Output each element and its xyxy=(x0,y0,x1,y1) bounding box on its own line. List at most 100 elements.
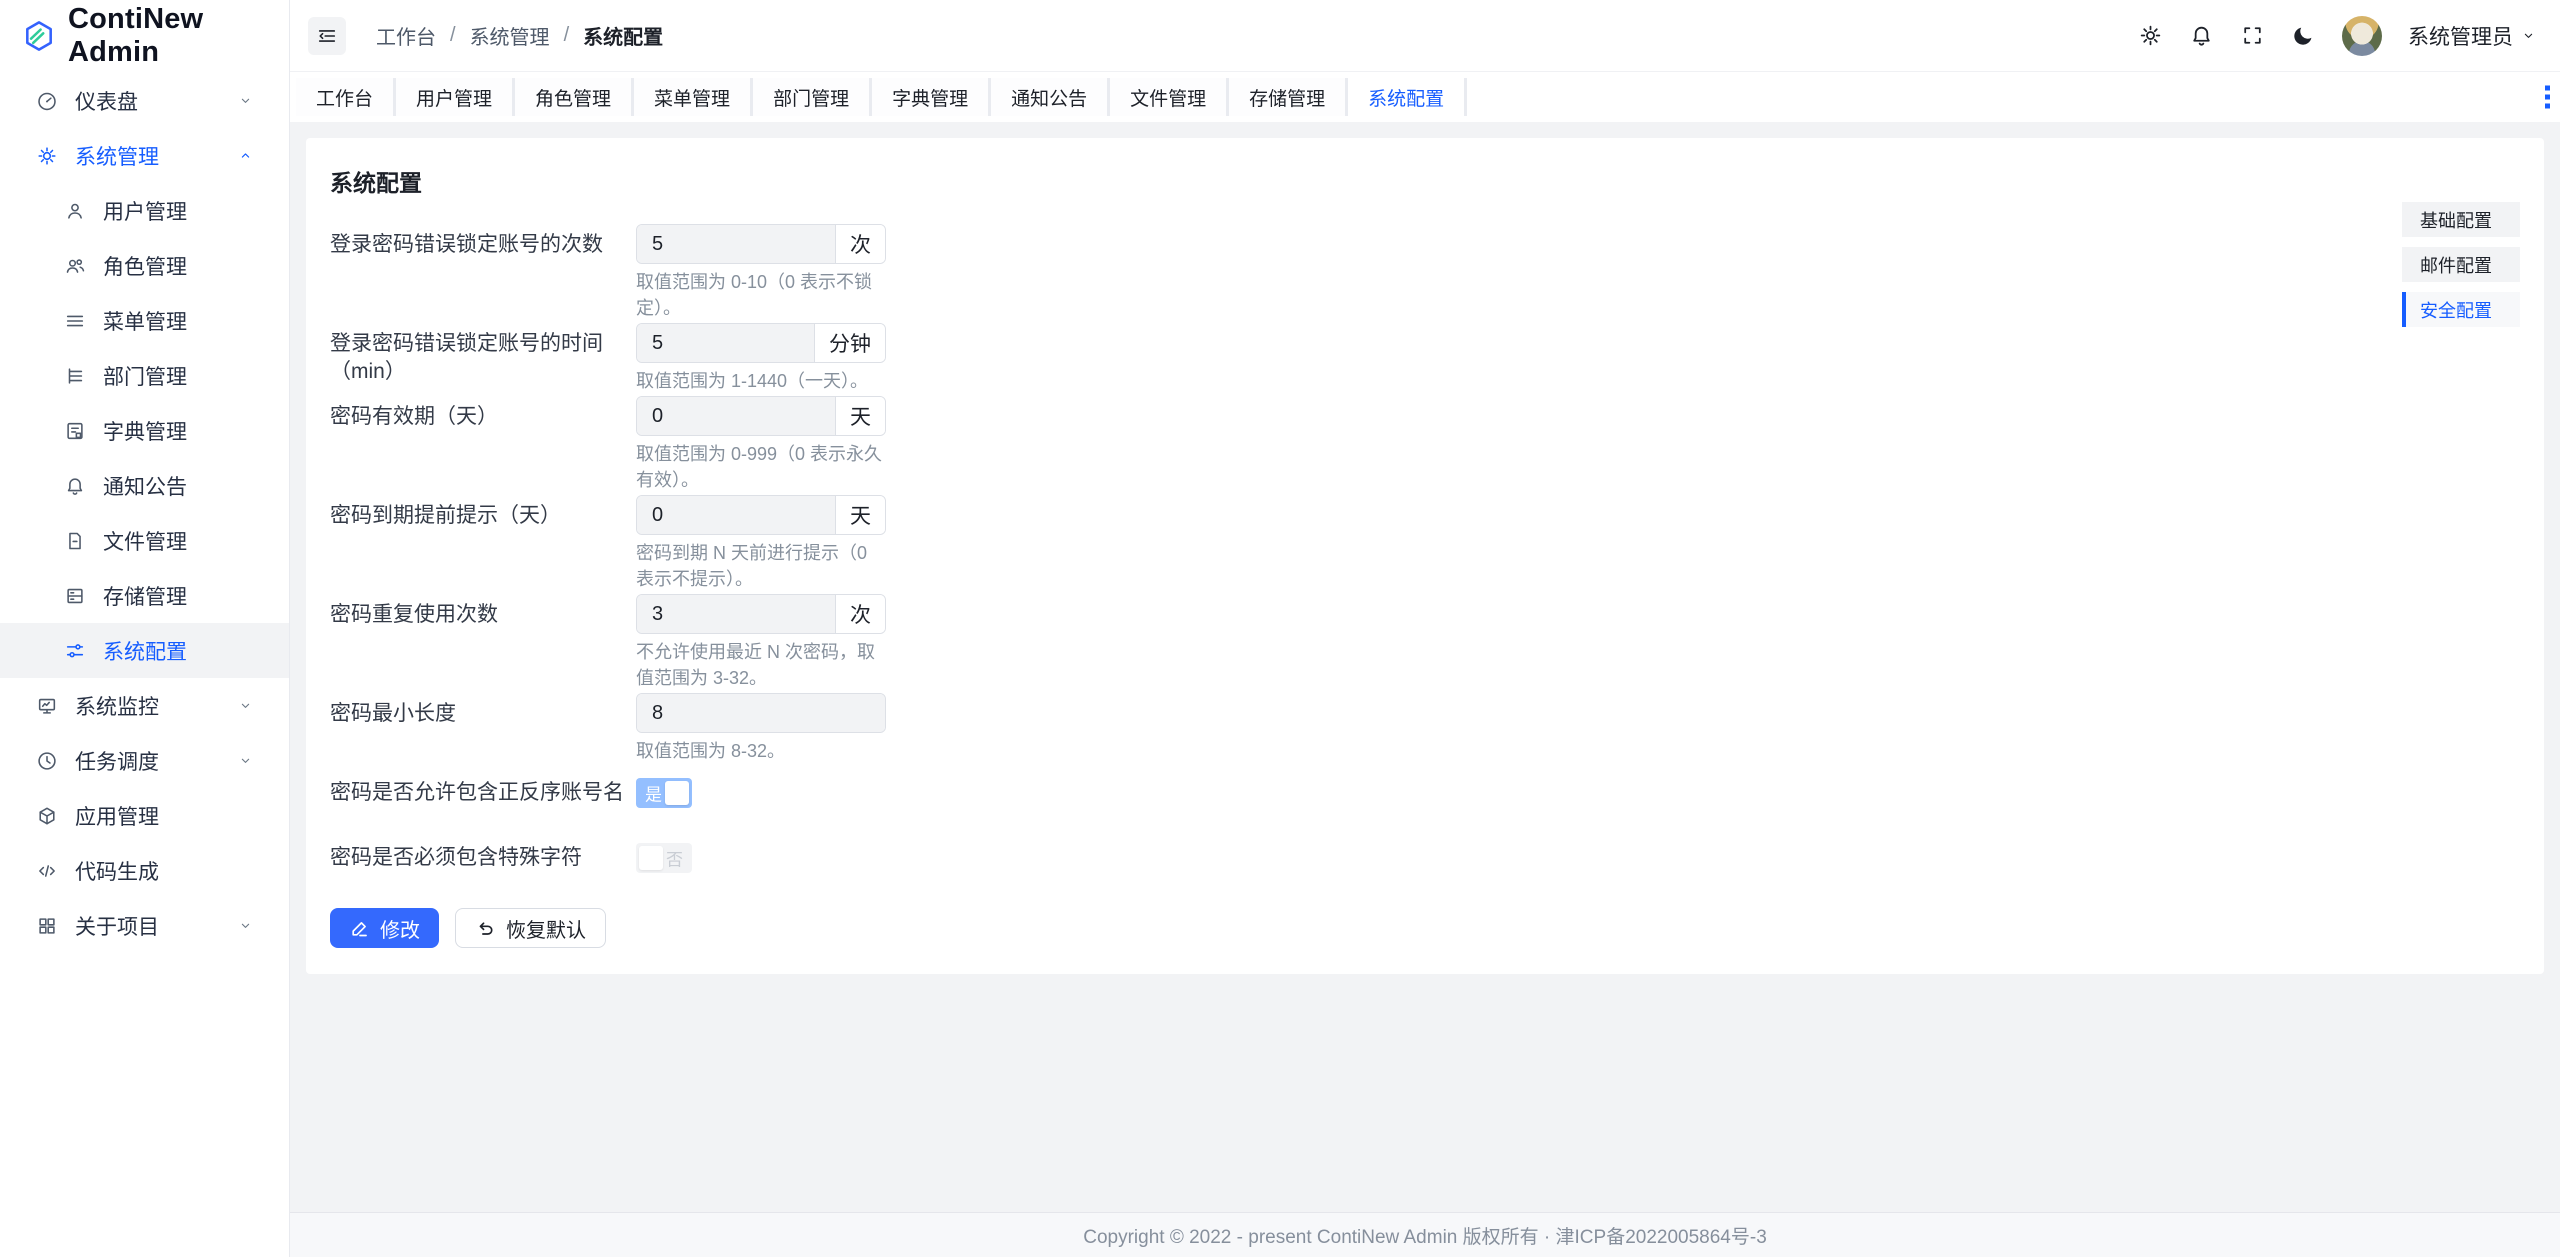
input-suffix: 天 xyxy=(835,397,885,435)
edit-pencil-icon xyxy=(349,918,370,939)
undo-icon xyxy=(475,918,496,939)
breadcrumb-item-system-management[interactable]: 系统管理 xyxy=(470,21,550,50)
toggle-knob xyxy=(639,846,663,870)
tab-department-management[interactable]: 部门管理 xyxy=(753,78,872,116)
file-icon xyxy=(64,530,86,552)
tab-notice[interactable]: 通知公告 xyxy=(991,78,1110,116)
form-actions: 修改 恢复默认 xyxy=(330,908,2520,948)
anchor-security-config[interactable]: 安全配置 xyxy=(2402,292,2520,327)
breadcrumb-item-workbench[interactable]: 工作台 xyxy=(376,21,436,50)
chevron-down-icon xyxy=(238,753,253,768)
sidebar-item-role-management[interactable]: 角色管理 xyxy=(0,238,289,293)
anchor-basic-config[interactable]: 基础配置 xyxy=(2402,202,2520,237)
sidebar-item-app-management[interactable]: 应用管理 xyxy=(0,788,289,843)
tab-storage-management[interactable]: 存储管理 xyxy=(1229,78,1348,116)
tree-list-icon xyxy=(64,365,86,387)
chevron-down-icon xyxy=(238,918,253,933)
tab-file-management[interactable]: 文件管理 xyxy=(1110,78,1229,116)
sidebar: ContiNew Admin 仪表盘 系统管理 用户管理 xyxy=(0,0,290,1257)
tab-system-config[interactable]: 系统配置 xyxy=(1348,78,1467,116)
sidebar-item-user-management[interactable]: 用户管理 xyxy=(0,183,289,238)
cube-icon xyxy=(36,805,58,827)
code-icon xyxy=(36,860,58,882)
sidebar-collapse-button[interactable] xyxy=(308,17,346,55)
field-label: 密码最小长度 xyxy=(330,693,636,764)
tab-user-management[interactable]: 用户管理 xyxy=(396,78,515,116)
field-label: 登录密码错误锁定账号的次数 xyxy=(330,224,636,321)
input-suffix: 次 xyxy=(835,225,885,263)
sidebar-item-task-scheduler[interactable]: 任务调度 xyxy=(0,733,289,788)
content-area: 系统配置 登录密码错误锁定账号的次数 次 取值范围为 0-10（0 表示不锁定）… xyxy=(290,122,2560,1212)
top-header: 工作台 / 系统管理 / 系统配置 系统管理员 xyxy=(290,0,2560,72)
form-row-expiry-warning: 密码到期提前提示（天） 天 密码到期 N 天前进行提示（0 表示不提示）。 xyxy=(330,495,2520,592)
field-hint: 取值范围为 1-1440（一天）。 xyxy=(636,368,886,394)
password-expiry-input[interactable] xyxy=(637,397,835,435)
form-row-allow-account-name: 密码是否允许包含正反序账号名 是 xyxy=(330,778,2520,808)
app-logo[interactable]: ContiNew Admin xyxy=(0,0,289,72)
monitor-icon xyxy=(36,695,58,717)
fullscreen-icon[interactable] xyxy=(2240,23,2265,48)
app-title: ContiNew Admin xyxy=(68,3,289,69)
section-anchor-nav: 基础配置 邮件配置 安全配置 xyxy=(2402,202,2520,337)
grid-icon xyxy=(36,915,58,937)
sidebar-menu: 仪表盘 系统管理 用户管理 角色管理 xyxy=(0,72,289,1257)
sidebar-item-dictionary-management[interactable]: 字典管理 xyxy=(0,403,289,458)
field-hint: 不允许使用最近 N 次密码，取值范围为 3-32。 xyxy=(636,639,886,691)
sidebar-item-department-management[interactable]: 部门管理 xyxy=(0,348,289,403)
sidebar-item-system-monitor[interactable]: 系统监控 xyxy=(0,678,289,733)
form-row-min-length: 密码最小长度 取值范围为 8-32。 xyxy=(330,693,2520,764)
sidebar-item-storage-management[interactable]: 存储管理 xyxy=(0,568,289,623)
form-row-lock-count: 登录密码错误锁定账号的次数 次 取值范围为 0-10（0 表示不锁定）。 xyxy=(330,224,2520,321)
lock-time-input[interactable] xyxy=(637,324,814,362)
save-button[interactable]: 修改 xyxy=(330,908,439,948)
user-name: 系统管理员 xyxy=(2408,21,2513,51)
sidebar-item-about-project[interactable]: 关于项目 xyxy=(0,898,289,953)
gauge-icon xyxy=(36,90,58,112)
settings-icon[interactable] xyxy=(2138,23,2163,48)
open-tabs-bar: 工作台 用户管理 角色管理 菜单管理 部门管理 字典管理 通知公告 文件管理 存… xyxy=(290,72,2560,122)
clock-icon xyxy=(36,750,58,772)
allow-account-name-toggle[interactable]: 是 xyxy=(636,778,692,808)
password-reuse-input[interactable] xyxy=(637,595,835,633)
sidebar-item-file-management[interactable]: 文件管理 xyxy=(0,513,289,568)
field-label: 登录密码错误锁定账号的时间（min） xyxy=(330,323,636,394)
gear-icon xyxy=(36,145,58,167)
user-avatar[interactable] xyxy=(2342,16,2382,56)
sidebar-item-system-management[interactable]: 系统管理 xyxy=(0,128,289,183)
field-label: 密码重复使用次数 xyxy=(330,594,636,691)
tab-actions-menu-icon[interactable] xyxy=(2545,86,2550,109)
require-special-chars-toggle[interactable]: 否 xyxy=(636,843,692,873)
input-suffix: 分钟 xyxy=(814,324,885,362)
anchor-mail-config[interactable]: 邮件配置 xyxy=(2402,247,2520,282)
sidebar-item-code-generation[interactable]: 代码生成 xyxy=(0,843,289,898)
dictionary-icon xyxy=(64,420,86,442)
tab-workbench[interactable]: 工作台 xyxy=(296,78,396,116)
form-row-password-reuse: 密码重复使用次数 次 不允许使用最近 N 次密码，取值范围为 3-32。 xyxy=(330,594,2520,691)
notification-bell-icon[interactable] xyxy=(2189,23,2214,48)
tab-dictionary-management[interactable]: 字典管理 xyxy=(872,78,991,116)
lock-count-input[interactable] xyxy=(637,225,835,263)
expiry-warning-input[interactable] xyxy=(637,496,835,534)
sidebar-item-notice[interactable]: 通知公告 xyxy=(0,458,289,513)
storage-icon xyxy=(64,585,86,607)
user-icon xyxy=(64,200,86,222)
sliders-icon xyxy=(64,640,86,662)
sidebar-item-system-config[interactable]: 系统配置 xyxy=(0,623,289,678)
sidebar-item-menu-management[interactable]: 菜单管理 xyxy=(0,293,289,348)
menu-lines-icon xyxy=(64,310,86,332)
field-label: 密码是否必须包含特殊字符 xyxy=(330,844,636,872)
tab-menu-management[interactable]: 菜单管理 xyxy=(634,78,753,116)
dark-mode-moon-icon[interactable] xyxy=(2291,23,2316,48)
min-length-input[interactable] xyxy=(637,694,885,732)
form-row-lock-time: 登录密码错误锁定账号的时间（min） 分钟 取值范围为 1-1440（一天）。 xyxy=(330,323,2520,394)
field-hint: 取值范围为 8-32。 xyxy=(636,738,886,764)
sidebar-item-dashboard[interactable]: 仪表盘 xyxy=(0,73,289,128)
user-menu[interactable]: 系统管理员 xyxy=(2408,21,2536,51)
restore-defaults-button[interactable]: 恢复默认 xyxy=(455,908,606,948)
header-actions: 系统管理员 xyxy=(2138,16,2536,56)
form-row-require-special-chars: 密码是否必须包含特殊字符 否 xyxy=(330,843,2520,873)
form-row-password-expiry: 密码有效期（天） 天 取值范围为 0-999（0 表示永久有效）。 xyxy=(330,396,2520,493)
tab-role-management[interactable]: 角色管理 xyxy=(515,78,634,116)
chevron-up-icon xyxy=(238,148,253,163)
chevron-down-icon xyxy=(2521,28,2536,43)
